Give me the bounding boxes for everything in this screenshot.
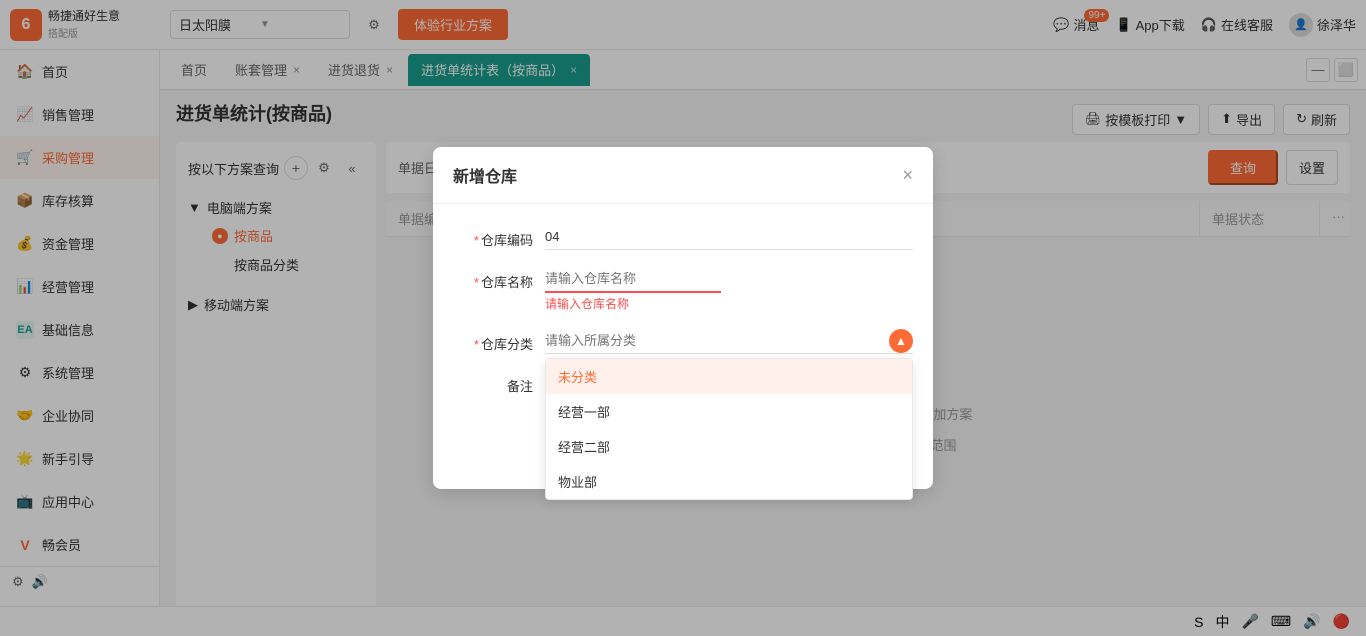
category-dropdown-btn[interactable]: ▲ — [889, 329, 913, 353]
category-dropdown-list: 未分类 经营一部 经营二部 物业部 — [545, 358, 913, 500]
dropdown-item-1[interactable]: 经营一部 — [546, 394, 912, 429]
modal-body: 仓库编码 仓库名称 请输入仓库名称 仓库分类 ▲ — [433, 204, 933, 432]
dropdown-item-0[interactable]: 未分类 — [546, 359, 912, 394]
form-name-input-row: 仓库名称 — [453, 266, 721, 293]
name-error-msg: 请输入仓库名称 — [545, 297, 629, 311]
form-row-category: 仓库分类 ▲ 未分类 经营一部 经营二部 物业部 — [453, 328, 913, 354]
code-input[interactable] — [545, 224, 913, 250]
dropdown-item-2[interactable]: 经营二部 — [546, 429, 912, 464]
modal-overlay: 新增仓库 × 仓库编码 仓库名称 请输入仓库名称 仓库分类 — [0, 0, 1366, 636]
notes-label: 备注 — [453, 370, 533, 395]
name-label: 仓库名称 — [453, 266, 533, 291]
form-row-code: 仓库编码 — [453, 224, 913, 250]
modal-header: 新增仓库 × — [433, 147, 933, 204]
category-label: 仓库分类 — [453, 328, 533, 353]
name-error-area: 请输入仓库名称 — [545, 295, 629, 312]
modal-title: 新增仓库 — [453, 163, 517, 187]
category-input[interactable] — [545, 328, 913, 354]
dropdown-item-3[interactable]: 物业部 — [546, 464, 912, 499]
modal-close-btn[interactable]: × — [902, 165, 913, 186]
add-warehouse-modal: 新增仓库 × 仓库编码 仓库名称 请输入仓库名称 仓库分类 — [433, 147, 933, 489]
form-row-name: 仓库名称 请输入仓库名称 — [453, 266, 913, 312]
category-select-wrap: ▲ 未分类 经营一部 经营二部 物业部 — [545, 328, 913, 354]
name-input[interactable] — [545, 266, 721, 293]
code-label: 仓库编码 — [453, 224, 533, 249]
